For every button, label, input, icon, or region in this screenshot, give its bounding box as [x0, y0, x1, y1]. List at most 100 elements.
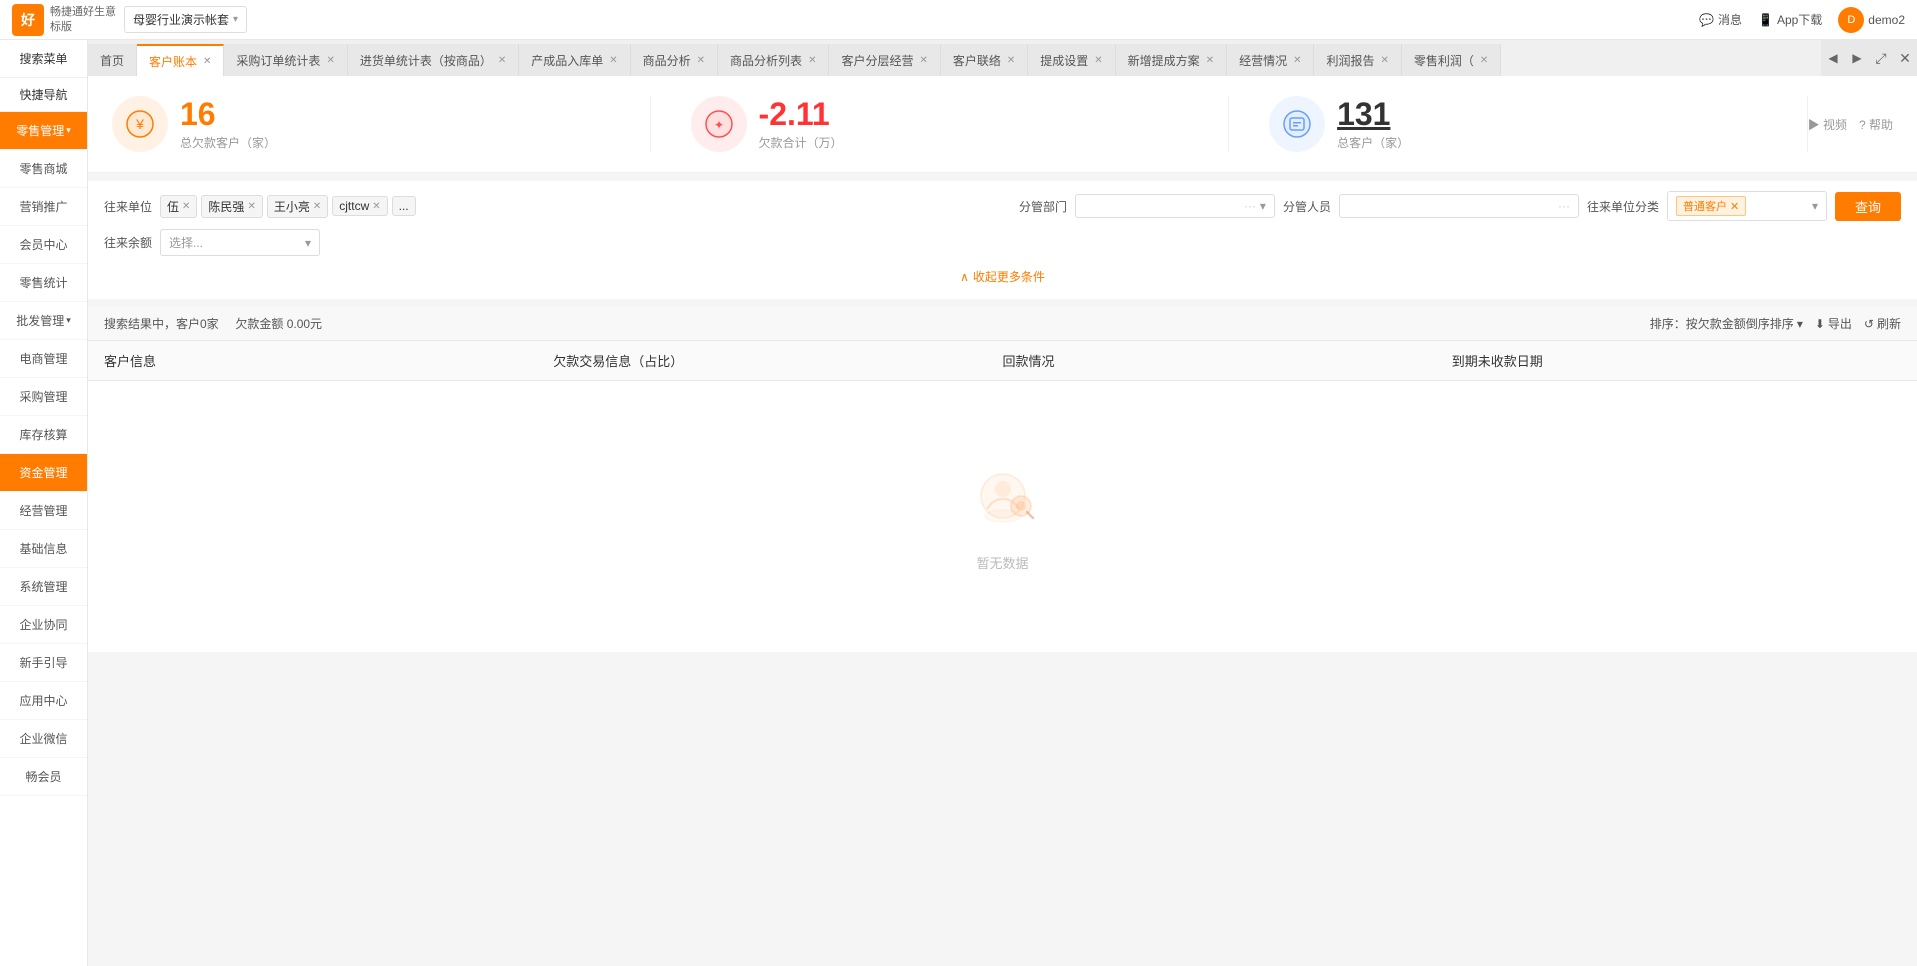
sidebar-item-finance[interactable]: 资金管理 [0, 454, 87, 492]
sidebar-item-ecommerce[interactable]: 电商管理 [0, 340, 87, 378]
sidebar-item-retail-stats[interactable]: 零售统计 [0, 264, 87, 302]
tab-close-icon[interactable]: ✕ [1381, 55, 1389, 66]
tab-customer-contact[interactable]: 客户联络 ✕ [941, 44, 1028, 76]
sidebar-item-newbie[interactable]: 新手引导 [0, 644, 87, 682]
tab-close-icon[interactable]: ✕ [1480, 55, 1488, 66]
refresh-action[interactable]: ↺ 刷新 [1864, 315, 1901, 332]
tab-close-icon[interactable]: ✕ [326, 55, 334, 66]
sidebar-item-purchase[interactable]: 采购管理 [0, 378, 87, 416]
result-bar: 搜索结果中，客户0家 欠款金额 0.00元 排序：按欠款金额倒序排序 ▾ ⬇ 导… [88, 307, 1917, 341]
logo-icon: 好 [12, 4, 44, 36]
person-more-icon: ··· [1558, 199, 1570, 213]
filter-tag-wu: 伍 ✕ [160, 195, 197, 218]
tab-close-icon[interactable]: ✕ [1094, 55, 1102, 66]
sidebar-item-retail-mgmt[interactable]: 零售管理 ▾ [0, 112, 87, 150]
company-select[interactable]: 母婴行业演示帐套 ▾ [124, 6, 247, 33]
remove-tag-wu[interactable]: ✕ [182, 201, 190, 212]
tab-close-icon[interactable]: ✕ [1293, 55, 1301, 66]
remainder-chevron-icon: ▾ [305, 236, 311, 250]
sidebar: 搜索菜单 快捷导航 零售管理 ▾ 零售商城 营销推广 会员中心 零售统计 批发管… [0, 40, 88, 966]
debit-amount-number: -2.11 [759, 98, 843, 130]
tab-production-inbound[interactable]: 产成品入库单 ✕ [519, 44, 630, 76]
tab-close-icon[interactable]: ✕ [609, 55, 617, 66]
sidebar-item-operations[interactable]: 经营管理 [0, 492, 87, 530]
tab-close-icon[interactable]: ✕ [919, 55, 927, 66]
stat-total-customers: 131 总客户（家） [1229, 96, 1808, 152]
remove-category-tag[interactable]: ✕ [1730, 200, 1739, 213]
remainder-select[interactable]: 选择... ▾ [160, 229, 320, 256]
query-button[interactable]: 查询 [1835, 192, 1901, 221]
svg-text:✦: ✦ [714, 118, 724, 132]
tab-retail-profit[interactable]: 零售利润（ ✕ [1402, 44, 1501, 76]
tab-home[interactable]: 首页 [88, 44, 137, 76]
help-link[interactable]: ? 帮助 [1859, 116, 1893, 133]
tab-product-analysis[interactable]: 商品分析 ✕ [631, 44, 718, 76]
message-action[interactable]: 💬 消息 [1699, 11, 1742, 28]
sidebar-item-wechat[interactable]: 企业微信 [0, 720, 87, 758]
export-action[interactable]: ⬇ 导出 [1815, 315, 1852, 332]
sort-label: 排序：按欠款金额倒序排序 [1650, 315, 1794, 332]
tab-commission-settings[interactable]: 提成设置 ✕ [1028, 44, 1115, 76]
dept-more-icon: ··· [1244, 199, 1256, 213]
sidebar-item-basic-info[interactable]: 基础信息 [0, 530, 87, 568]
remove-tag-cjttcw[interactable]: ✕ [372, 201, 380, 212]
tab-customer-account[interactable]: 客户账本 ✕ [137, 44, 224, 76]
stat-debit-amount: ✦ -2.11 欠款合计（万） [651, 96, 1230, 152]
more-tags-btn[interactable]: ... [392, 196, 416, 216]
total-customers-label: 总客户（家） [1337, 134, 1409, 151]
sidebar-item-wholesale[interactable]: 批发管理 ▾ [0, 302, 87, 340]
tab-close-icon[interactable]: ✕ [203, 56, 211, 67]
sort-chevron-icon: ▾ [1797, 317, 1803, 331]
tab-prev-arrow[interactable]: ◀ [1821, 40, 1845, 76]
tab-close-all-icon[interactable]: ✕ [1893, 40, 1917, 76]
stat-total-customers-info: 131 总客户（家） [1337, 98, 1409, 151]
chevron-down-icon: ▾ [233, 14, 238, 25]
tab-close-icon[interactable]: ✕ [697, 55, 705, 66]
tab-inbound-stats[interactable]: 进货单统计表（按商品） ✕ [348, 44, 519, 76]
tab-close-icon[interactable]: ✕ [498, 55, 506, 66]
tab-bar-actions: ◀ ▶ ⤢ ✕ [1821, 40, 1917, 76]
tab-next-arrow[interactable]: ▶ [1845, 40, 1869, 76]
tab-profit-report[interactable]: 利润报告 ✕ [1314, 44, 1401, 76]
sidebar-item-enterprise[interactable]: 企业协同 [0, 606, 87, 644]
col-due-date: 到期未收款日期 [1452, 351, 1901, 370]
tab-close-icon[interactable]: ✕ [808, 55, 816, 66]
sidebar-item-member[interactable]: 畅会员 [0, 758, 87, 796]
sort-select[interactable]: 排序：按欠款金额倒序排序 ▾ [1650, 315, 1803, 332]
tab-expand-icon[interactable]: ⤢ [1869, 40, 1893, 76]
top-bar-right: 💬 消息 📱 App下载 D demo2 [1699, 7, 1905, 33]
export-icon: ⬇ [1815, 317, 1825, 331]
tab-operations[interactable]: 经营情况 ✕ [1227, 44, 1314, 76]
tab-product-analysis-list[interactable]: 商品分析列表 ✕ [718, 44, 829, 76]
sidebar-quick-nav[interactable]: 快捷导航 [0, 78, 87, 112]
app-download-action[interactable]: 📱 App下载 [1758, 11, 1822, 28]
table-header: 客户信息 欠款交易信息（占比） 回款情况 到期未收款日期 [88, 341, 1917, 381]
tab-close-icon[interactable]: ✕ [1206, 55, 1214, 66]
remove-tag-chen[interactable]: ✕ [247, 201, 255, 212]
sidebar-item-system[interactable]: 系统管理 [0, 568, 87, 606]
tab-close-icon[interactable]: ✕ [1007, 55, 1015, 66]
sidebar-item-app-center[interactable]: 应用中心 [0, 682, 87, 720]
dept-filter-label: 分管部门 [1019, 198, 1067, 215]
collapse-button[interactable]: ∧ 收起更多条件 [104, 264, 1901, 289]
dept-select[interactable]: ··· ▾ [1075, 194, 1275, 218]
sidebar-item-retail-store[interactable]: 零售商城 [0, 150, 87, 188]
message-icon: 💬 [1699, 13, 1714, 27]
collapse-icon: ∧ [960, 270, 969, 284]
sidebar-item-marketing[interactable]: 营销推广 [0, 188, 87, 226]
download-icon: 📱 [1758, 13, 1773, 27]
remove-tag-wang[interactable]: ✕ [313, 201, 321, 212]
stat-help-area: ▶ 视频 ? 帮助 [1808, 116, 1893, 133]
tab-customer-tier[interactable]: 客户分层经营 ✕ [829, 44, 940, 76]
main-layout: 搜索菜单 快捷导航 零售管理 ▾ 零售商城 营销推广 会员中心 零售统计 批发管… [0, 40, 1917, 966]
video-help-link[interactable]: ▶ 视频 [1808, 116, 1847, 133]
tab-purchase-order-stats[interactable]: 采购订单统计表 ✕ [224, 44, 347, 76]
filter-tag-wang: 王小亮 ✕ [267, 195, 328, 218]
sidebar-item-inventory[interactable]: 库存核算 [0, 416, 87, 454]
sidebar-search-menu[interactable]: 搜索菜单 [0, 40, 87, 78]
tab-add-commission[interactable]: 新增提成方案 ✕ [1116, 44, 1227, 76]
category-select[interactable]: 普通客户 ✕ ▾ [1667, 191, 1827, 221]
sidebar-item-member-center[interactable]: 会员中心 [0, 226, 87, 264]
person-input[interactable]: ··· [1339, 194, 1579, 218]
user-area[interactable]: D demo2 [1838, 7, 1905, 33]
